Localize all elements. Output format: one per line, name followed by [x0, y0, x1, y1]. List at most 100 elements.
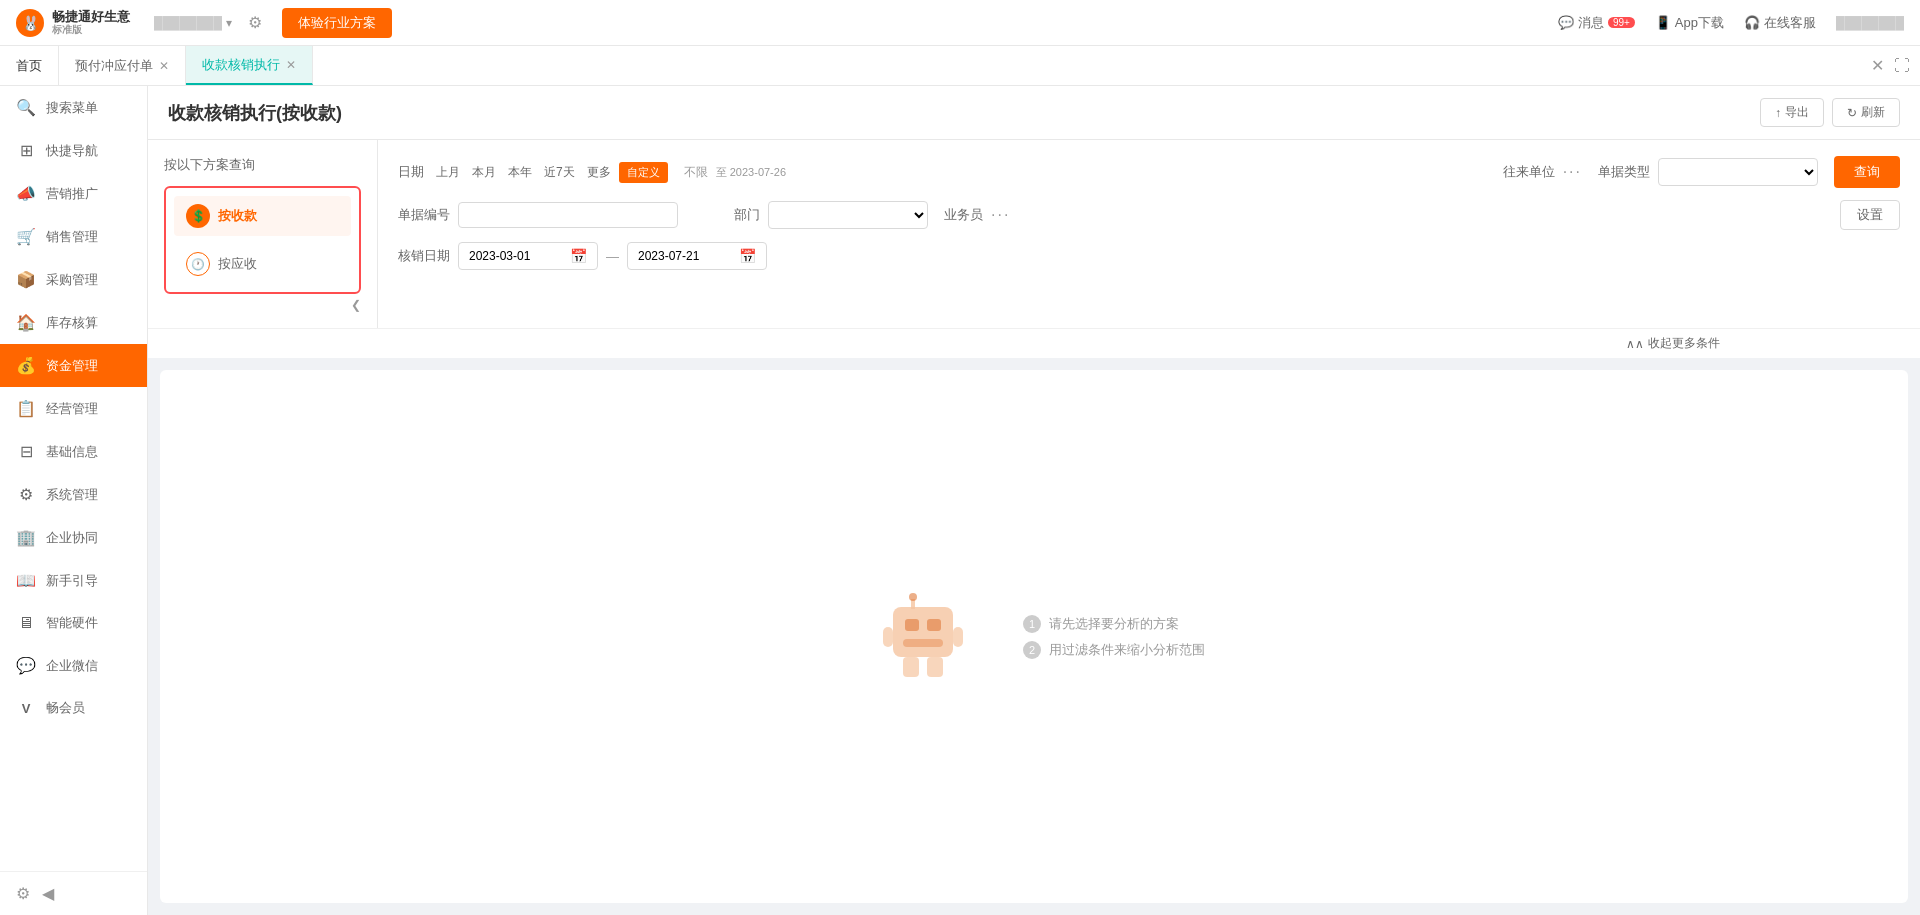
- company-selector[interactable]: ████████ ▾: [154, 16, 232, 30]
- sales-icon: 🛒: [16, 227, 36, 246]
- tab-home[interactable]: 首页: [0, 46, 59, 85]
- tab-prepay[interactable]: 预付冲应付单 ✕: [59, 46, 186, 85]
- dept-select[interactable]: [768, 201, 928, 229]
- sidebar-label-capital: 资金管理: [46, 357, 98, 375]
- svg-rect-0: [893, 607, 953, 657]
- sidebar-bottom: ⚙ ◀: [0, 871, 147, 915]
- doc-type-filter-item: 单据类型: [1598, 158, 1818, 186]
- tab-receivable-close-icon[interactable]: ✕: [286, 58, 296, 72]
- verify-date-label: 核销日期: [398, 247, 450, 265]
- receipt-scheme-icon: 💲: [186, 204, 210, 228]
- message-badge: 99+: [1608, 17, 1635, 28]
- close-window-icon[interactable]: ✕: [1871, 56, 1884, 75]
- sidebar-item-system[interactable]: ⚙ 系统管理: [0, 473, 147, 516]
- app-download-action[interactable]: 📱 App下载: [1655, 14, 1724, 32]
- tab-prepay-close-icon[interactable]: ✕: [159, 59, 169, 73]
- basic-info-icon: ⊟: [16, 442, 36, 461]
- date-no-limit-text: 不限: [684, 164, 708, 181]
- maximize-icon[interactable]: ⛶: [1894, 57, 1910, 75]
- plan-button[interactable]: 体验行业方案: [282, 8, 392, 38]
- filter-row-3: 核销日期 2023-03-01 📅 — 2023-07-21 📅: [398, 242, 1900, 270]
- empty-tip-2: 2 用过滤条件来缩小分析范围: [1023, 641, 1205, 659]
- sidebar-item-capital[interactable]: 💰 资金管理: [0, 344, 147, 387]
- logo-icon: 🐰: [16, 9, 44, 37]
- sidebar-item-guide[interactable]: 📖 新手引导: [0, 559, 147, 602]
- system-icon: ⚙: [16, 485, 36, 504]
- filter-option-by-receivable[interactable]: 🕐 按应收: [174, 244, 351, 284]
- sidebar-item-member[interactable]: V 畅会员: [0, 687, 147, 729]
- date-btn-last-month[interactable]: 上月: [432, 162, 464, 183]
- sidebar-item-search-menu[interactable]: 🔍 搜索菜单: [0, 86, 147, 129]
- refresh-button[interactable]: ↻ 刷新: [1832, 98, 1900, 127]
- sidebar-label-search-menu: 搜索菜单: [46, 99, 98, 117]
- sidebar: 🔍 搜索菜单 ⊞ 快捷导航 📣 营销推广 🛒 销售管理 📦 采购管理 🏠 库存核…: [0, 86, 148, 915]
- sidebar-item-smart-hw[interactable]: 🖥 智能硬件: [0, 602, 147, 644]
- doc-number-filter-item: 单据编号: [398, 202, 678, 228]
- filter-option-by-receipt[interactable]: 💲 按收款: [174, 196, 351, 236]
- verify-date-end-input[interactable]: 2023-07-21 📅: [627, 242, 767, 270]
- tab-prepay-label: 预付冲应付单: [75, 57, 153, 75]
- salesperson-dots-icon[interactable]: ···: [991, 206, 1010, 224]
- gear-icon[interactable]: ⚙: [248, 13, 262, 32]
- tab-receivable[interactable]: 收款核销执行 ✕: [186, 46, 313, 85]
- search-button[interactable]: 查询: [1834, 156, 1900, 188]
- sidebar-item-wechat[interactable]: 💬 企业微信: [0, 644, 147, 687]
- receivable-scheme-icon: 🕐: [186, 252, 210, 276]
- date-btn-more[interactable]: 更多: [583, 162, 615, 183]
- sidebar-item-basic-info[interactable]: ⊟ 基础信息: [0, 430, 147, 473]
- date-btn-custom[interactable]: 自定义: [619, 162, 668, 183]
- guide-icon: 📖: [16, 571, 36, 590]
- sidebar-label-smart-hw: 智能硬件: [46, 614, 98, 632]
- sidebar-item-sales[interactable]: 🛒 销售管理: [0, 215, 147, 258]
- online-service-action[interactable]: 🎧 在线客服: [1744, 14, 1816, 32]
- content-area: 收款核销执行(按收款) ↑ 导出 ↻ 刷新 按以下方案查询: [148, 86, 1920, 915]
- more-conditions-bar: ∧∧ 收起更多条件: [148, 328, 1920, 358]
- search-icon: 🔍: [16, 98, 36, 117]
- sidebar-item-operations[interactable]: 📋 经营管理: [0, 387, 147, 430]
- inventory-icon: 🏠: [16, 313, 36, 332]
- collapse-more-conditions-button[interactable]: ∧∧ 收起更多条件: [1626, 335, 1720, 352]
- settings-bottom-icon[interactable]: ⚙: [16, 884, 30, 903]
- sidebar-item-marketing[interactable]: 📣 营销推广: [0, 172, 147, 215]
- top-bar-right: 💬 消息 99+ 📱 App下载 🎧 在线客服 ████████: [1558, 14, 1904, 32]
- verify-date-end-value: 2023-07-21: [638, 249, 699, 263]
- date-btn-7days[interactable]: 近7天: [540, 162, 579, 183]
- filter-row-1: 日期 上月 本月 本年 近7天 更多 自定义 不限 至 2023-07-26: [398, 156, 1900, 188]
- date-quick-buttons: 上月 本月 本年 近7天 更多 自定义: [432, 162, 668, 183]
- verify-date-start-input[interactable]: 2023-03-01 📅: [458, 242, 598, 270]
- export-button[interactable]: ↑ 导出: [1760, 98, 1824, 127]
- partner-dots-icon[interactable]: ···: [1563, 163, 1582, 181]
- settings-button[interactable]: 设置: [1840, 200, 1900, 230]
- svg-rect-6: [903, 657, 919, 677]
- sidebar-item-quick-nav[interactable]: ⊞ 快捷导航: [0, 129, 147, 172]
- sidebar-label-member: 畅会员: [46, 699, 85, 717]
- export-icon: ↑: [1775, 106, 1781, 120]
- sidebar-item-enterprise[interactable]: 🏢 企业协同: [0, 516, 147, 559]
- collapse-sidebar-icon[interactable]: ◀: [42, 884, 54, 903]
- message-icon: 💬: [1558, 15, 1574, 30]
- mobile-icon: 📱: [1655, 15, 1671, 30]
- settings-btn-item: 设置: [1840, 200, 1900, 230]
- filter-options-list: 💲 按收款 🕐 按应收: [174, 196, 351, 284]
- collapse-filter-left-btn[interactable]: ❮: [164, 298, 361, 312]
- marketing-icon: 📣: [16, 184, 36, 203]
- filter-option-by-receivable-label: 按应收: [218, 255, 257, 273]
- sidebar-label-sales: 销售管理: [46, 228, 98, 246]
- message-action[interactable]: 💬 消息 99+: [1558, 14, 1635, 32]
- logo: 🐰 畅捷通好生意 标准版: [16, 9, 130, 37]
- app-name: 畅捷通好生意: [52, 9, 130, 25]
- doc-type-select[interactable]: [1658, 158, 1818, 186]
- svg-rect-2: [927, 619, 941, 631]
- date-filter-item: 日期 上月 本月 本年 近7天 更多 自定义: [398, 162, 668, 183]
- date-btn-this-month[interactable]: 本月: [468, 162, 500, 183]
- tip-1-text: 请先选择要分析的方案: [1049, 615, 1179, 633]
- message-label: 消息: [1578, 14, 1604, 32]
- grid-icon: ⊞: [16, 141, 36, 160]
- date-btn-this-year[interactable]: 本年: [504, 162, 536, 183]
- user-name: ████████: [1836, 16, 1904, 30]
- sidebar-item-purchase[interactable]: 📦 采购管理: [0, 258, 147, 301]
- partner-label: 往来单位: [1503, 163, 1555, 181]
- sidebar-item-inventory[interactable]: 🏠 库存核算: [0, 301, 147, 344]
- svg-rect-5: [953, 627, 963, 647]
- doc-number-input[interactable]: [458, 202, 678, 228]
